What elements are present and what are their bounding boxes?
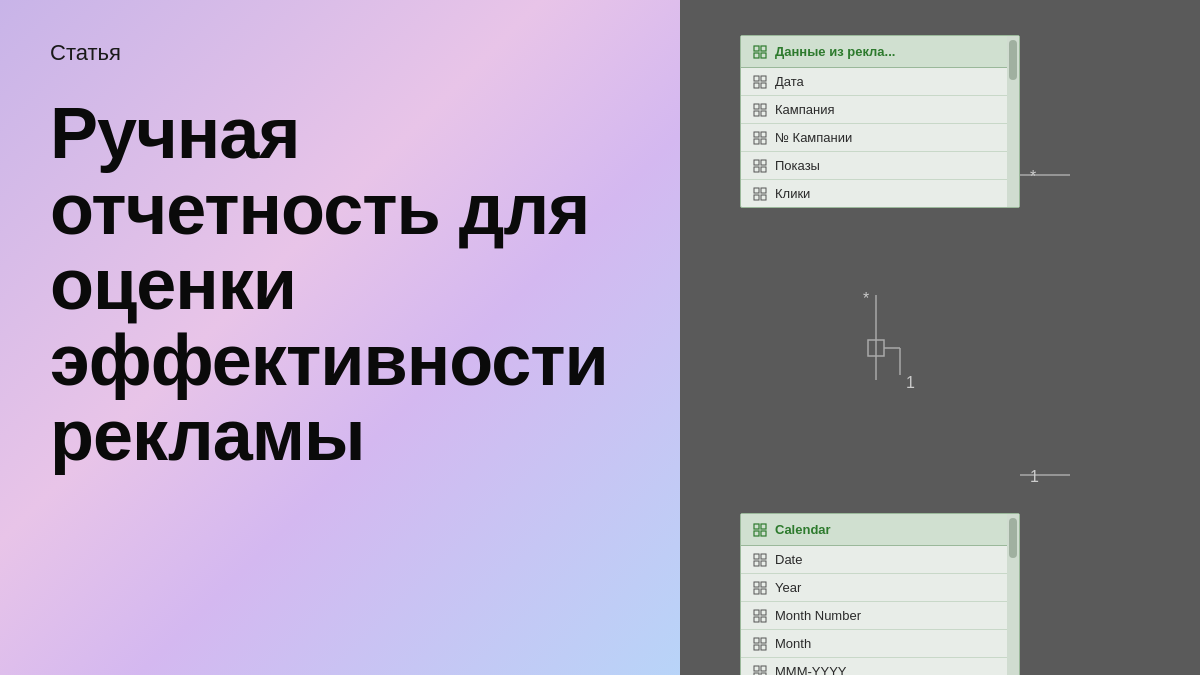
svg-rect-2 (868, 340, 884, 356)
scrollbar-top[interactable] (1007, 36, 1019, 207)
svg-rect-11 (761, 76, 766, 81)
svg-rect-17 (761, 111, 766, 116)
table-row: № Кампании (741, 124, 1009, 152)
row-label: Кампания (775, 102, 835, 117)
svg-rect-38 (754, 582, 759, 587)
svg-rect-30 (754, 524, 759, 529)
svg-rect-25 (761, 167, 766, 172)
row-label: Month (775, 636, 811, 651)
connector-star-right: * (1030, 168, 1036, 186)
table-card-top: Данные из рекла... Дата Кампания № Кампа… (740, 35, 1020, 208)
connector-one-mid: 1 (906, 374, 915, 392)
table-row: Month (741, 630, 1009, 658)
svg-rect-34 (754, 554, 759, 559)
row-grid-icon (753, 581, 767, 595)
scrollbar-bottom[interactable] (1007, 514, 1019, 675)
svg-rect-43 (761, 610, 766, 615)
article-label: Статья (50, 40, 630, 66)
svg-rect-7 (761, 46, 766, 51)
main-title: Ручная отчетность для оценки эффективнос… (50, 96, 630, 474)
svg-rect-46 (754, 638, 759, 643)
svg-rect-50 (754, 666, 759, 671)
svg-rect-16 (754, 111, 759, 116)
svg-rect-42 (754, 610, 759, 615)
row-grid-icon (753, 553, 767, 567)
svg-rect-21 (761, 139, 766, 144)
svg-rect-48 (754, 645, 759, 650)
svg-rect-31 (761, 524, 766, 529)
left-panel: Статья Ручная отчетность для оценки эффе… (0, 0, 680, 675)
svg-rect-22 (754, 160, 759, 165)
row-grid-icon (753, 665, 767, 676)
table-row: Показы (741, 152, 1009, 180)
row-grid-icon (753, 131, 767, 145)
svg-rect-49 (761, 645, 766, 650)
table-row: Month Number (741, 602, 1009, 630)
row-label: Year (775, 580, 801, 595)
row-label: MMM-YYYY (775, 664, 847, 675)
grid-icon-bottom (753, 523, 767, 537)
right-panel: * * 1 1 Данные из рекла... Дата (680, 0, 1200, 675)
table-row: MMM-YYYY (741, 658, 1009, 675)
row-label: Показы (775, 158, 820, 173)
svg-rect-40 (754, 589, 759, 594)
grid-icon-top (753, 45, 767, 59)
row-label: Клики (775, 186, 810, 201)
row-grid-icon (753, 103, 767, 117)
svg-rect-18 (754, 132, 759, 137)
table-row: Date (741, 546, 1009, 574)
table-card-bottom-body: Date Year Month Number Month (741, 546, 1009, 675)
row-grid-icon (753, 187, 767, 201)
svg-rect-19 (761, 132, 766, 137)
table-card-top-body: Дата Кампания № Кампании Показы (741, 68, 1009, 207)
svg-rect-12 (754, 83, 759, 88)
row-grid-icon (753, 75, 767, 89)
table-row: Year (741, 574, 1009, 602)
svg-rect-24 (754, 167, 759, 172)
svg-rect-35 (761, 554, 766, 559)
scrollbar-thumb-top (1009, 40, 1017, 80)
svg-rect-36 (754, 561, 759, 566)
svg-rect-10 (754, 76, 759, 81)
svg-rect-14 (754, 104, 759, 109)
svg-rect-26 (754, 188, 759, 193)
svg-rect-8 (754, 53, 759, 58)
table-card-top-header: Данные из рекла... (741, 36, 1019, 68)
svg-rect-29 (761, 195, 766, 200)
row-grid-icon (753, 609, 767, 623)
row-label: Month Number (775, 608, 861, 623)
row-label: Date (775, 552, 802, 567)
svg-rect-20 (754, 139, 759, 144)
svg-rect-32 (754, 531, 759, 536)
svg-rect-27 (761, 188, 766, 193)
table-card-top-title: Данные из рекла... (775, 44, 895, 59)
svg-rect-15 (761, 104, 766, 109)
svg-rect-28 (754, 195, 759, 200)
table-card-bottom: Calendar Date Year Month Number (740, 513, 1020, 675)
row-grid-icon (753, 637, 767, 651)
table-card-bottom-title: Calendar (775, 522, 831, 537)
row-grid-icon (753, 159, 767, 173)
svg-rect-41 (761, 589, 766, 594)
svg-rect-23 (761, 160, 766, 165)
table-card-bottom-header: Calendar (741, 514, 1019, 546)
scrollbar-thumb-bottom (1009, 518, 1017, 558)
svg-rect-37 (761, 561, 766, 566)
svg-rect-51 (761, 666, 766, 671)
row-label: № Кампании (775, 130, 852, 145)
table-row: Кампания (741, 96, 1009, 124)
svg-rect-13 (761, 83, 766, 88)
connector-star-mid: * (863, 290, 869, 308)
table-row: Клики (741, 180, 1009, 207)
svg-rect-9 (761, 53, 766, 58)
table-row: Дата (741, 68, 1009, 96)
svg-rect-44 (754, 617, 759, 622)
svg-rect-6 (754, 46, 759, 51)
svg-rect-39 (761, 582, 766, 587)
row-label: Дата (775, 74, 804, 89)
svg-rect-45 (761, 617, 766, 622)
svg-rect-47 (761, 638, 766, 643)
svg-rect-33 (761, 531, 766, 536)
connector-one-right: 1 (1030, 468, 1039, 486)
